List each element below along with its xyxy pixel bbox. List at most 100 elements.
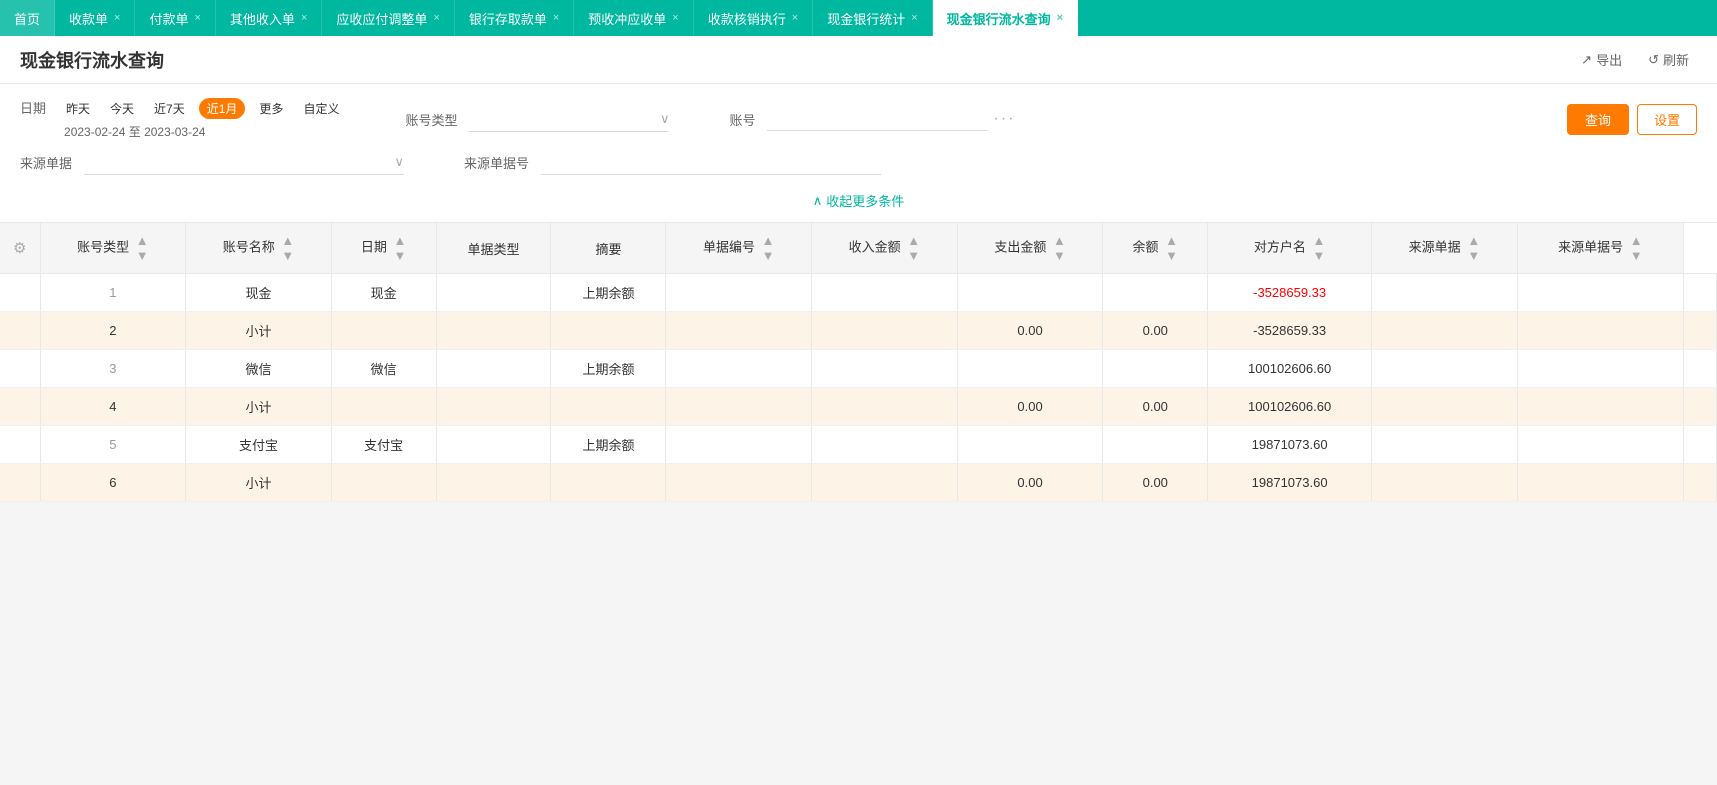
nav-advance-close[interactable]: × xyxy=(672,12,678,24)
sort-counterpart: ▲▼ xyxy=(1313,233,1326,263)
summary-cell xyxy=(666,312,812,350)
summary-cell xyxy=(666,426,812,464)
doc-no-cell xyxy=(812,388,958,426)
nav-other-income[interactable]: 其他收入单 × xyxy=(216,0,322,36)
nav-adjustment-label: 应收应付调整单 xyxy=(336,9,427,28)
account-input[interactable] xyxy=(767,111,987,126)
col-expense[interactable]: 支出金额 ▲▼ xyxy=(957,223,1103,274)
source-doc-no-input[interactable] xyxy=(541,155,881,170)
account-name-cell xyxy=(331,312,436,350)
col-date[interactable]: 日期 ▲▼ xyxy=(331,223,436,274)
nav-payment[interactable]: 付款单 × xyxy=(135,0,215,36)
nav-verify[interactable]: 收款核销执行 × xyxy=(694,0,813,36)
doc-type-cell: 上期余额 xyxy=(551,274,666,312)
sort-doc-no: ▲▼ xyxy=(762,233,775,263)
col-source-doc-no[interactable]: 来源单据号 ▲▼ xyxy=(1517,223,1683,274)
nav-cashflow-close[interactable]: × xyxy=(1057,12,1063,24)
doc-no-cell xyxy=(812,426,958,464)
col-settings[interactable]: ⚙ xyxy=(0,223,40,274)
date-cell xyxy=(436,426,551,464)
filter-buttons: 查询 设置 xyxy=(1567,104,1697,135)
page-title: 现金银行流水查询 xyxy=(20,47,164,73)
col-doc-type-label: 单据类型 xyxy=(468,242,520,257)
nav-advance[interactable]: 预收冲应收单 × xyxy=(574,0,693,36)
date-filter: 日期 昨天 今天 近7天 近1月 更多 自定义 2023-02-24 至 202… xyxy=(20,98,345,140)
nav-adjustment[interactable]: 应收应付调整单 × xyxy=(322,0,454,36)
nav-other-income-close[interactable]: × xyxy=(301,12,307,24)
setting-button[interactable]: 设置 xyxy=(1637,104,1697,135)
refresh-button[interactable]: ↺ 刷新 xyxy=(1640,46,1697,73)
date-7days[interactable]: 近7天 xyxy=(148,98,191,119)
nav-advance-label: 预收冲应收单 xyxy=(588,9,666,28)
nav-receipt[interactable]: 收款单 × xyxy=(55,0,135,36)
account-type-filter: 账号类型 ∨ xyxy=(405,107,669,132)
table-row: 1现金现金上期余额-3528659.33 xyxy=(0,274,1717,312)
balance-cell: 19871073.60 xyxy=(1208,426,1372,464)
collapse-label: 收起更多条件 xyxy=(826,191,904,210)
export-button[interactable]: ↗ 导出 xyxy=(1573,46,1630,73)
account-name-cell: 微信 xyxy=(331,350,436,388)
source-doc-no-cell xyxy=(1683,312,1716,350)
balance-cell: 19871073.60 xyxy=(1208,464,1372,502)
nav-cashflow[interactable]: 现金银行流水查询 × xyxy=(933,0,1078,36)
table-row: 6小计0.000.0019871073.60 xyxy=(0,464,1717,502)
summary-cell xyxy=(666,274,812,312)
account-type-cell: 小计 xyxy=(186,464,332,502)
expense-cell xyxy=(1103,426,1208,464)
nav-adjustment-close[interactable]: × xyxy=(433,12,439,24)
col-balance[interactable]: 余额 ▲▼ xyxy=(1103,223,1208,274)
account-type-cell: 现金 xyxy=(186,274,332,312)
source-doc-select[interactable]: ∨ xyxy=(84,150,404,175)
date-cell xyxy=(436,464,551,502)
collapse-bar[interactable]: ∧ 收起更多条件 xyxy=(20,185,1697,212)
nav-bank-deposit-close[interactable]: × xyxy=(553,12,559,24)
col-summary: 摘要 xyxy=(551,223,666,274)
doc-type-cell xyxy=(551,388,666,426)
col-doc-no[interactable]: 单据编号 ▲▼ xyxy=(666,223,812,274)
date-yesterday[interactable]: 昨天 xyxy=(60,98,96,119)
nav-verify-close[interactable]: × xyxy=(792,12,798,24)
col-account-type-label: 账号类型 xyxy=(77,239,129,254)
doc-type-cell xyxy=(551,464,666,502)
sort-balance: ▲▼ xyxy=(1165,233,1178,263)
col-account-name[interactable]: 账号名称 ▲▼ xyxy=(186,223,332,274)
summary-cell xyxy=(666,350,812,388)
col-doc-type: 单据类型 xyxy=(436,223,551,274)
account-type-cell: 支付宝 xyxy=(186,426,332,464)
col-account-type[interactable]: 账号类型 ▲▼ xyxy=(40,223,186,274)
row-settings-cell xyxy=(0,388,40,426)
query-button[interactable]: 查询 xyxy=(1567,104,1629,135)
col-source-doc[interactable]: 来源单据 ▲▼ xyxy=(1372,223,1518,274)
source-doc-filter: 来源单据 ∨ xyxy=(20,150,404,175)
account-filter: 账号 ··· xyxy=(729,107,1015,131)
date-more[interactable]: 更多 xyxy=(253,98,289,119)
doc-type-cell: 上期余额 xyxy=(551,350,666,388)
source-doc-value xyxy=(84,155,88,170)
date-1month[interactable]: 近1月 xyxy=(199,98,246,119)
nav-verify-label: 收款核销执行 xyxy=(708,9,786,28)
col-counterpart[interactable]: 对方户名 ▲▼ xyxy=(1208,223,1372,274)
nav-bank-deposit[interactable]: 银行存取款单 × xyxy=(455,0,574,36)
date-custom[interactable]: 自定义 xyxy=(297,98,345,119)
doc-no-cell xyxy=(812,312,958,350)
col-source-doc-label: 来源单据 xyxy=(1409,239,1461,254)
col-income[interactable]: 收入金额 ▲▼ xyxy=(812,223,958,274)
nav-statistics-close[interactable]: × xyxy=(911,12,917,24)
nav-home[interactable]: 首页 xyxy=(0,0,55,36)
counterpart-cell xyxy=(1372,312,1518,350)
balance-cell: 100102606.60 xyxy=(1208,350,1372,388)
col-doc-no-label: 单据编号 xyxy=(703,239,755,254)
account-more-btn[interactable]: ··· xyxy=(993,110,1015,128)
nav-statistics[interactable]: 现金银行统计 × xyxy=(813,0,932,36)
account-type-select[interactable]: ∨ xyxy=(469,107,669,132)
nav-receipt-close[interactable]: × xyxy=(114,12,120,24)
settings-icon[interactable]: ⚙ xyxy=(13,240,26,257)
source-doc-no-cell xyxy=(1683,350,1716,388)
account-input-wrap xyxy=(767,107,987,131)
date-today[interactable]: 今天 xyxy=(104,98,140,119)
balance-cell: -3528659.33 xyxy=(1208,312,1372,350)
filter-area: 日期 昨天 今天 近7天 近1月 更多 自定义 2023-02-24 至 202… xyxy=(0,84,1717,223)
nav-payment-close[interactable]: × xyxy=(194,12,200,24)
export-icon: ↗ xyxy=(1581,52,1592,68)
account-type-label: 账号类型 xyxy=(405,110,457,129)
